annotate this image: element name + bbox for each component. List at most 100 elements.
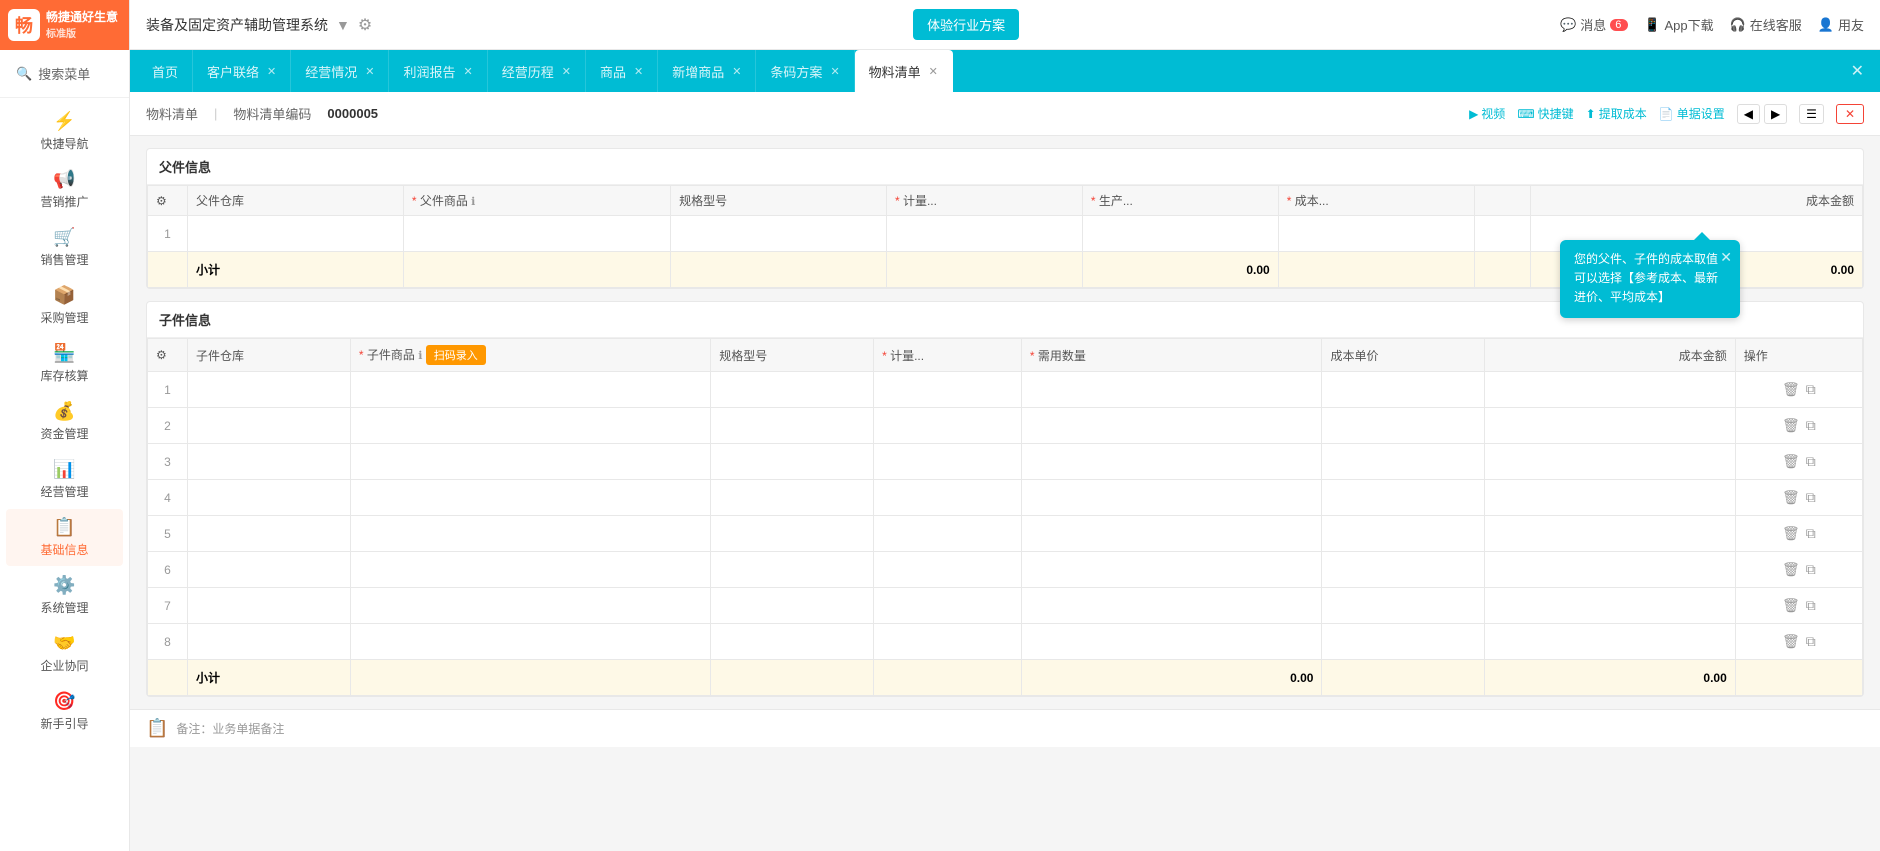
tooltip-close-btn[interactable]: ✕ — [1720, 246, 1732, 268]
tab-bom-close[interactable]: ✕ — [929, 65, 938, 78]
extract-cost-btn[interactable]: ⬆ 提取成本 — [1586, 105, 1647, 122]
child-row-6-spec[interactable] — [711, 552, 874, 588]
copy-icon-6[interactable]: ⧉ — [1806, 561, 1816, 578]
window-close-btn[interactable]: ✕ — [1851, 61, 1864, 81]
child-row-7-warehouse[interactable] — [188, 588, 351, 624]
child-row-6-product[interactable] — [350, 552, 710, 588]
child-row-7-product[interactable] — [350, 588, 710, 624]
child-row-7-spec[interactable] — [711, 588, 874, 624]
dropdown-icon[interactable]: ▼ — [336, 17, 350, 33]
experience-btn[interactable]: 体验行业方案 — [913, 9, 1019, 40]
child-row-7-unit-cost[interactable] — [1322, 588, 1485, 624]
online-service-btn[interactable]: 🎧 在线客服 — [1730, 15, 1802, 34]
child-row-6-unit[interactable] — [874, 552, 1022, 588]
child-row-6-warehouse[interactable] — [188, 552, 351, 588]
sidebar-item-quick-nav[interactable]: ⚡ 快捷导航 — [6, 103, 123, 160]
child-row-3-quantity[interactable] — [1021, 444, 1322, 480]
delete-icon-6[interactable]: 🗑 — [1782, 561, 1800, 578]
user-btn[interactable]: 👤 用友 — [1818, 15, 1864, 34]
tab-history-close[interactable]: ✕ — [562, 65, 571, 78]
child-row-3-product[interactable] — [350, 444, 710, 480]
child-row-5-quantity[interactable] — [1021, 516, 1322, 552]
app-download-btn[interactable]: 📱 App下载 — [1644, 15, 1713, 34]
child-row-7-unit[interactable] — [874, 588, 1022, 624]
child-row-2-warehouse[interactable] — [188, 408, 351, 444]
tab-customer-close[interactable]: ✕ — [267, 65, 276, 78]
child-row-2-product[interactable] — [350, 408, 710, 444]
delete-icon-5[interactable]: 🗑 — [1782, 525, 1800, 542]
child-row-4-unit-cost[interactable] — [1322, 480, 1485, 516]
child-row-2-spec[interactable] — [711, 408, 874, 444]
tab-new-products-close[interactable]: ✕ — [732, 65, 741, 78]
parent-col-settings[interactable]: ⚙ — [148, 186, 188, 216]
tab-barcode-close[interactable]: ✕ — [830, 65, 839, 78]
child-row-8-quantity[interactable] — [1021, 624, 1322, 660]
delete-icon-8[interactable]: 🗑 — [1782, 633, 1800, 650]
child-row-3-unit[interactable] — [874, 444, 1022, 480]
tab-products[interactable]: 商品 ✕ — [586, 50, 658, 92]
child-row-8-product[interactable] — [350, 624, 710, 660]
child-col-settings[interactable]: ⚙ — [148, 339, 188, 372]
parent-row-1-warehouse[interactable] — [188, 216, 404, 252]
child-row-5-warehouse[interactable] — [188, 516, 351, 552]
sidebar-item-purchase[interactable]: 📦 采购管理 — [6, 277, 123, 334]
tab-home[interactable]: 首页 — [138, 50, 193, 92]
child-row-6-unit-cost[interactable] — [1322, 552, 1485, 588]
prev-btn[interactable]: ◀ — [1737, 104, 1760, 124]
tab-barcode[interactable]: 条码方案 ✕ — [756, 50, 854, 92]
copy-icon-2[interactable]: ⧉ — [1806, 417, 1816, 434]
delete-icon-7[interactable]: 🗑 — [1782, 597, 1800, 614]
tab-bom[interactable]: 物料清单 ✕ — [855, 50, 953, 92]
message-btn[interactable]: 💬 消息 6 — [1560, 15, 1628, 34]
delete-icon-4[interactable]: 🗑 — [1782, 489, 1800, 506]
sidebar-item-enterprise[interactable]: 🤝 企业协同 — [6, 625, 123, 682]
next-btn[interactable]: ▶ — [1764, 104, 1787, 124]
child-row-4-quantity[interactable] — [1021, 480, 1322, 516]
child-row-4-product[interactable] — [350, 480, 710, 516]
scan-btn[interactable]: 扫码录入 — [426, 345, 486, 365]
parent-row-1-cost[interactable] — [1278, 216, 1474, 252]
child-row-5-spec[interactable] — [711, 516, 874, 552]
tab-profit-close[interactable]: ✕ — [464, 65, 473, 78]
child-row-4-unit[interactable] — [874, 480, 1022, 516]
parent-row-1-unit[interactable] — [886, 216, 1082, 252]
parent-row-1-product[interactable] — [403, 216, 670, 252]
tab-customer[interactable]: 客户联络 ✕ — [193, 50, 291, 92]
sidebar-item-system[interactable]: ⚙️ 系统管理 — [6, 567, 123, 624]
tab-products-close[interactable]: ✕ — [634, 65, 643, 78]
tab-profit[interactable]: 利润报告 ✕ — [389, 50, 487, 92]
child-row-4-spec[interactable] — [711, 480, 874, 516]
child-row-8-spec[interactable] — [711, 624, 874, 660]
copy-icon-5[interactable]: ⧉ — [1806, 525, 1816, 542]
single-settings-btn[interactable]: 📄 单据设置 — [1659, 105, 1725, 122]
sidebar-item-finance[interactable]: 💰 资金管理 — [6, 393, 123, 450]
child-row-6-quantity[interactable] — [1021, 552, 1322, 588]
search-menu-btn[interactable]: 🔍 搜索菜单 — [8, 58, 121, 89]
page-close-btn[interactable]: ✕ — [1836, 104, 1864, 124]
child-row-5-product[interactable] — [350, 516, 710, 552]
copy-icon-7[interactable]: ⧉ — [1806, 597, 1816, 614]
copy-icon-3[interactable]: ⧉ — [1806, 453, 1816, 470]
child-row-1-warehouse[interactable] — [188, 372, 351, 408]
child-row-5-unit[interactable] — [874, 516, 1022, 552]
tab-operations[interactable]: 经营情况 ✕ — [291, 50, 389, 92]
child-row-1-unit-cost[interactable] — [1322, 372, 1485, 408]
child-row-8-unit[interactable] — [874, 624, 1022, 660]
sidebar-item-operations-mgr[interactable]: 📊 经营管理 — [6, 451, 123, 508]
sidebar-item-basic-info[interactable]: 📋 基础信息 — [6, 509, 123, 566]
menu-btn[interactable]: ☰ — [1799, 104, 1824, 124]
sidebar-item-sales[interactable]: 🛒 销售管理 — [6, 219, 123, 276]
delete-icon-2[interactable]: 🗑 — [1782, 417, 1800, 434]
child-row-1-quantity[interactable] — [1021, 372, 1322, 408]
tab-new-products[interactable]: 新增商品 ✕ — [658, 50, 756, 92]
child-row-2-quantity[interactable] — [1021, 408, 1322, 444]
tab-history[interactable]: 经营历程 ✕ — [488, 50, 586, 92]
tab-operations-close[interactable]: ✕ — [365, 65, 374, 78]
parent-row-1-spec[interactable] — [671, 216, 887, 252]
child-row-1-product[interactable] — [350, 372, 710, 408]
sidebar-item-marketing[interactable]: 📢 营销推广 — [6, 161, 123, 218]
child-row-3-unit-cost[interactable] — [1322, 444, 1485, 480]
child-row-7-quantity[interactable] — [1021, 588, 1322, 624]
parent-row-1-production[interactable] — [1082, 216, 1278, 252]
child-row-5-unit-cost[interactable] — [1322, 516, 1485, 552]
